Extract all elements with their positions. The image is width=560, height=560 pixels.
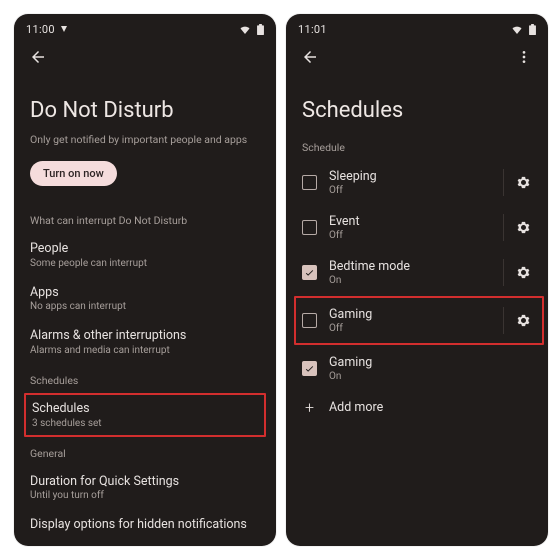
gear-icon — [516, 220, 531, 235]
download-icon — [61, 26, 67, 32]
display-options-row[interactable]: Display options for hidden notifications — [30, 509, 260, 541]
alarms-desc: Alarms and media can interrupt — [30, 345, 260, 356]
page-subtitle: Only get notified by important people an… — [30, 133, 260, 147]
status-bar: 11:00 — [14, 14, 276, 40]
schedule-settings-button[interactable] — [503, 214, 536, 241]
apps-row[interactable]: Apps No apps can interrupt — [30, 277, 260, 321]
schedules-desc: 3 schedules set — [32, 418, 258, 429]
schedule-state: Off — [329, 185, 491, 196]
duration-desc: Until you turn off — [30, 490, 260, 501]
schedule-settings-button[interactable] — [503, 307, 536, 334]
display-options-title: Display options for hidden notifications — [30, 517, 260, 533]
status-bar: 11:01 — [286, 14, 548, 40]
section-schedules-label: Schedules — [30, 374, 260, 387]
schedule-label: Gaming — [329, 355, 492, 370]
schedule-label: Sleeping — [329, 169, 491, 184]
schedule-label: Gaming — [329, 307, 491, 322]
battery-icon — [257, 24, 264, 35]
section-general-label: General — [30, 447, 260, 460]
gear-icon — [516, 313, 531, 328]
alarms-title: Alarms & other interruptions — [30, 328, 260, 344]
battery-icon — [529, 24, 536, 35]
schedule-row[interactable]: GamingOff — [302, 298, 536, 343]
app-bar — [14, 40, 276, 74]
back-button[interactable] — [294, 41, 326, 73]
people-row[interactable]: People Some people can interrupt — [30, 233, 260, 277]
add-more-row[interactable]: + Add more — [302, 391, 536, 424]
arrow-left-icon — [301, 48, 319, 66]
turn-on-now-button[interactable]: Turn on now — [30, 161, 117, 186]
app-bar — [286, 40, 548, 74]
page-title: Do Not Disturb — [30, 98, 260, 123]
schedule-label: Bedtime mode — [329, 259, 491, 274]
schedules-title: Schedules — [32, 401, 258, 417]
back-button[interactable] — [22, 41, 54, 73]
schedules-content: Schedules Schedule SleepingOffEventOffBe… — [286, 98, 548, 424]
schedule-row[interactable]: SleepingOff — [302, 160, 536, 205]
status-time: 11:01 — [298, 23, 327, 36]
add-more-label: Add more — [329, 400, 492, 415]
schedules-row-highlight: Schedules 3 schedules set — [24, 393, 266, 437]
status-time: 11:00 — [26, 23, 55, 36]
arrow-left-icon — [29, 48, 47, 66]
people-title: People — [30, 241, 260, 257]
schedule-label: Event — [329, 214, 491, 229]
apps-title: Apps — [30, 285, 260, 301]
schedule-checkbox[interactable] — [302, 265, 317, 280]
plus-icon: + — [302, 400, 317, 415]
schedule-settings-button[interactable] — [503, 169, 536, 196]
schedule-row[interactable]: GamingOn — [302, 346, 536, 391]
schedule-state: On — [329, 371, 492, 382]
schedule-state: Off — [329, 323, 491, 334]
schedules-row[interactable]: Schedules 3 schedules set — [32, 399, 258, 431]
schedule-row[interactable]: Bedtime modeOn — [302, 250, 536, 295]
overflow-button[interactable] — [508, 41, 540, 73]
section-schedule-label: Schedule — [302, 141, 536, 154]
alarms-row[interactable]: Alarms & other interruptions Alarms and … — [30, 320, 260, 364]
dnd-content: Do Not Disturb Only get notified by impo… — [14, 98, 276, 541]
section-interrupt-label: What can interrupt Do Not Disturb — [30, 214, 260, 227]
schedule-checkbox[interactable] — [302, 175, 317, 190]
schedule-checkbox[interactable] — [302, 220, 317, 235]
schedule-state: On — [329, 275, 491, 286]
people-desc: Some people can interrupt — [30, 258, 260, 269]
apps-desc: No apps can interrupt — [30, 301, 260, 312]
gear-icon — [516, 175, 531, 190]
wifi-icon — [511, 24, 523, 34]
gear-icon — [516, 265, 531, 280]
schedule-list: SleepingOffEventOffBedtime modeOnGamingO… — [302, 160, 536, 391]
more-vert-icon — [516, 49, 532, 65]
schedule-checkbox[interactable] — [302, 361, 317, 376]
schedule-state: Off — [329, 230, 491, 241]
wifi-icon — [239, 24, 251, 34]
phone-screen-dnd: 11:00 Do Not Disturb Only get notified b… — [14, 14, 276, 546]
schedule-row-highlight: GamingOff — [294, 296, 544, 345]
page-title: Schedules — [302, 98, 536, 123]
schedule-row[interactable]: EventOff — [302, 205, 536, 250]
duration-title: Duration for Quick Settings — [30, 474, 260, 490]
duration-row[interactable]: Duration for Quick Settings Until you tu… — [30, 466, 260, 510]
schedule-checkbox[interactable] — [302, 313, 317, 328]
phone-screen-schedules: 11:01 Schedules Schedule SleepingOffEven… — [286, 14, 548, 546]
schedule-settings-button[interactable] — [503, 259, 536, 286]
